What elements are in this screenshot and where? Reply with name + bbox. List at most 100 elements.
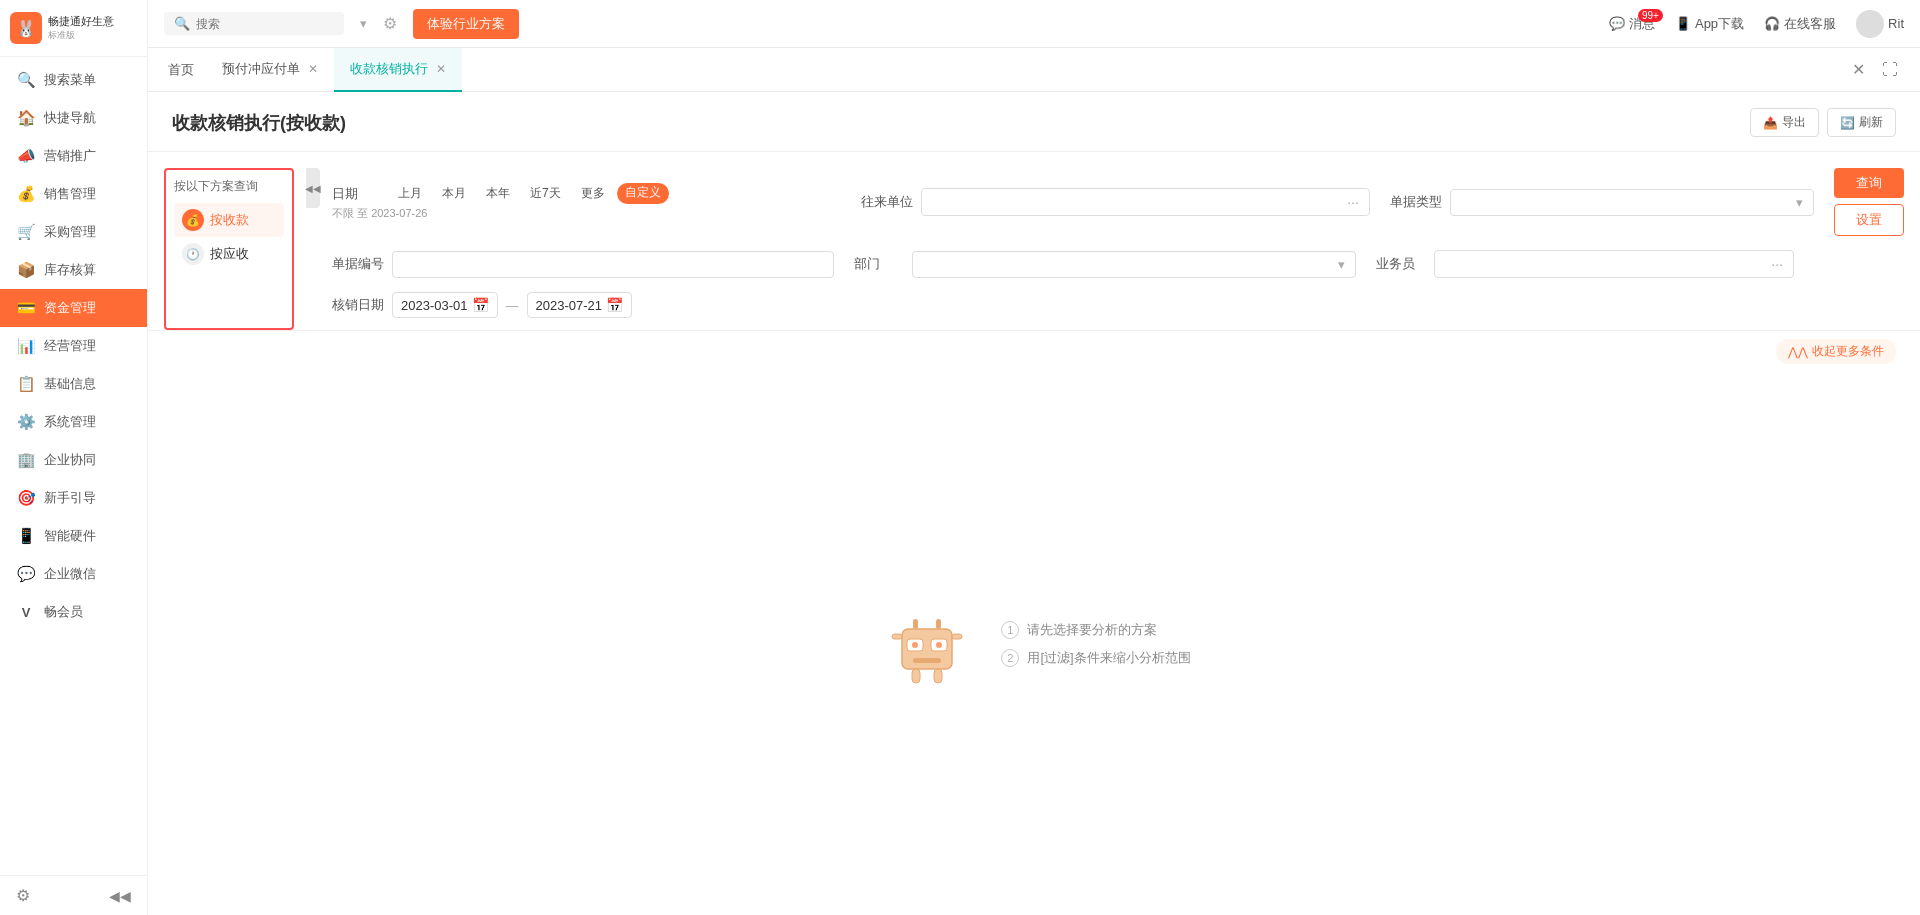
query-button[interactable]: 查询	[1834, 168, 1904, 198]
user-name: Rit	[1888, 16, 1904, 31]
inventory-nav-icon: 📦	[16, 261, 36, 279]
svg-rect-10	[912, 669, 920, 683]
query-option-receipt[interactable]: 💰 按收款	[174, 203, 284, 237]
sidebar-item-sales[interactable]: 💰 销售管理	[0, 175, 147, 213]
sidebar-item-purchase[interactable]: 🛒 采购管理	[0, 213, 147, 251]
write-off-end-value: 2023-07-21	[536, 298, 603, 313]
app-download-button[interactable]: 📱 App下载	[1675, 15, 1744, 33]
topbar-search[interactable]: 🔍	[164, 12, 344, 35]
sidebar-item-quick-nav[interactable]: 🏠 快捷导航	[0, 99, 147, 137]
sidebar-item-label: 企业协同	[44, 451, 96, 469]
filter-form: 日期 上月 本月 本年 近7天 更多 自定义 不限	[332, 168, 1904, 330]
collapse-sidebar-icon[interactable]: ◀◀	[109, 888, 131, 904]
sidebar-item-system[interactable]: ⚙️ 系统管理	[0, 403, 147, 441]
industry-solution-button[interactable]: 体验行业方案	[413, 9, 519, 39]
sidebar-item-operations[interactable]: 📊 经营管理	[0, 327, 147, 365]
tab-home[interactable]: 首页	[156, 48, 206, 92]
sidebar-item-guide[interactable]: 🎯 新手引导	[0, 479, 147, 517]
sidebar-item-marketing[interactable]: 📣 营销推广	[0, 137, 147, 175]
tabbar: 首页 预付冲应付单 ✕ 收款核销执行 ✕ ✕ ⛶	[148, 48, 1920, 92]
sidebar-item-search[interactable]: 🔍 搜索菜单	[0, 61, 147, 99]
sidebar-item-label: 基础信息	[44, 375, 96, 393]
page-header-actions: 📤 导出 🔄 刷新	[1750, 108, 1896, 151]
search-input[interactable]	[196, 17, 326, 31]
app-download-label: App下载	[1695, 15, 1744, 33]
export-button[interactable]: 📤 导出	[1750, 108, 1819, 137]
query-option-receivable[interactable]: 🕐 按应收	[174, 237, 284, 271]
empty-illustration	[877, 594, 977, 694]
settings-icon[interactable]: ⚙	[16, 886, 30, 905]
staff-dots-btn[interactable]: ···	[1771, 256, 1783, 272]
search-nav-icon: 🔍	[16, 71, 36, 89]
tab-prepay-offset[interactable]: 预付冲应付单 ✕	[206, 48, 334, 92]
dept-select[interactable]: ▾	[912, 251, 1356, 278]
write-off-date-end-picker[interactable]: 2023-07-21 📅	[527, 292, 633, 318]
tab-close-receipt[interactable]: ✕	[436, 62, 446, 76]
filter-row-1: 日期 上月 本月 本年 近7天 更多 自定义 不限	[332, 168, 1904, 236]
date-tab-last-month[interactable]: 上月	[390, 183, 430, 204]
sidebar-item-label: 企业微信	[44, 565, 96, 583]
collapse-query-btn[interactable]: ◀◀	[306, 168, 320, 208]
sidebar-bottom: ⚙ ◀◀	[0, 875, 147, 915]
tip-num-1: 1	[1001, 621, 1019, 639]
filter-panel: 按以下方案查询 💰 按收款 🕐 按应收 ◀◀	[148, 152, 1920, 330]
empty-tips: 1 请先选择要分析的方案 2 用[过滤]条件来缩小分析范围	[1001, 621, 1190, 667]
main-area: 🔍 ▾ ⚙ 体验行业方案 💬 消息 99+ 📱 App下载 🎧 在线客服 Rit	[148, 0, 1920, 915]
query-selector: 按以下方案查询 💰 按收款 🕐 按应收	[164, 168, 294, 330]
staff-input[interactable]: ···	[1434, 250, 1794, 278]
date-tab-this-year[interactable]: 本年	[478, 183, 518, 204]
collapse-more-button[interactable]: ⋀⋀ 收起更多条件	[1776, 339, 1896, 364]
refresh-button[interactable]: 🔄 刷新	[1827, 108, 1896, 137]
sidebar-item-label: 库存核算	[44, 261, 96, 279]
sales-nav-icon: 💰	[16, 185, 36, 203]
sidebar-item-wechat[interactable]: 💬 企业微信	[0, 555, 147, 593]
basic-info-nav-icon: 📋	[16, 375, 36, 393]
operations-nav-icon: 📊	[16, 337, 36, 355]
write-off-date-label: 核销日期	[332, 296, 384, 314]
receipt-option-icon: 💰	[182, 209, 204, 231]
user-menu[interactable]: Rit	[1856, 10, 1904, 38]
sidebar-item-enterprise[interactable]: 🏢 企业协同	[0, 441, 147, 479]
message-button[interactable]: 💬 消息 99+	[1609, 15, 1655, 33]
date-label: 日期	[332, 185, 382, 203]
bill-type-select[interactable]: ▾	[1450, 189, 1814, 216]
date-subtext: 不限 至 2023-07-26	[332, 206, 841, 221]
date-tab-7days[interactable]: 近7天	[522, 183, 569, 204]
date-tab-custom[interactable]: 自定义	[617, 183, 669, 204]
date-tab-more[interactable]: 更多	[573, 183, 613, 204]
tab-maximize-button[interactable]: ⛶	[1876, 56, 1904, 84]
page-header: 收款核销执行(按收款) 📤 导出 🔄 刷新	[148, 92, 1920, 152]
tip-num-2: 2	[1001, 649, 1019, 667]
sidebar-item-basic-info[interactable]: 📋 基础信息	[0, 365, 147, 403]
dept-label: 部门	[854, 255, 904, 273]
write-off-date-start-picker[interactable]: 2023-03-01 📅	[392, 292, 498, 318]
write-off-start-value: 2023-03-01	[401, 298, 468, 313]
search-icon: 🔍	[174, 16, 190, 31]
collapse-more-icon: ⋀⋀	[1788, 345, 1808, 359]
tab-close-prepay[interactable]: ✕	[308, 62, 318, 76]
sidebar-item-label: 营销推广	[44, 147, 96, 165]
sidebar-item-hardware[interactable]: 📱 智能硬件	[0, 517, 147, 555]
date-range-separator: —	[506, 298, 519, 313]
settings-button[interactable]: 设置	[1834, 204, 1904, 236]
online-service-button[interactable]: 🎧 在线客服	[1764, 15, 1836, 33]
sidebar-item-finance[interactable]: 💳 资金管理	[0, 289, 147, 327]
sidebar-item-member[interactable]: V 畅会员	[0, 593, 147, 631]
write-off-date-field: 核销日期 2023-03-01 📅 — 2023-07-21 📅	[332, 292, 632, 318]
filter-row-3: 核销日期 2023-03-01 📅 — 2023-07-21 📅	[332, 292, 1904, 330]
counterpart-input[interactable]: ···	[921, 188, 1370, 216]
sidebar-item-label: 经营管理	[44, 337, 96, 355]
counterpart-dots-btn[interactable]: ···	[1347, 194, 1359, 210]
date-tab-this-month[interactable]: 本月	[434, 183, 474, 204]
topbar-dropdown-icon[interactable]: ▾	[360, 16, 367, 31]
tab-receipt-offset[interactable]: 收款核销执行 ✕	[334, 48, 462, 92]
tip-text-1: 请先选择要分析的方案	[1027, 621, 1157, 639]
sidebar-item-inventory[interactable]: 📦 库存核算	[0, 251, 147, 289]
collapse-more-label: 收起更多条件	[1812, 343, 1884, 360]
tab-close-button[interactable]: ✕	[1844, 56, 1872, 84]
bill-no-input[interactable]	[392, 251, 834, 278]
bill-no-label: 单据编号	[332, 255, 384, 273]
settings-gear-icon[interactable]: ⚙	[383, 14, 397, 33]
sidebar-item-label: 资金管理	[44, 299, 96, 317]
sidebar-item-label: 销售管理	[44, 185, 96, 203]
